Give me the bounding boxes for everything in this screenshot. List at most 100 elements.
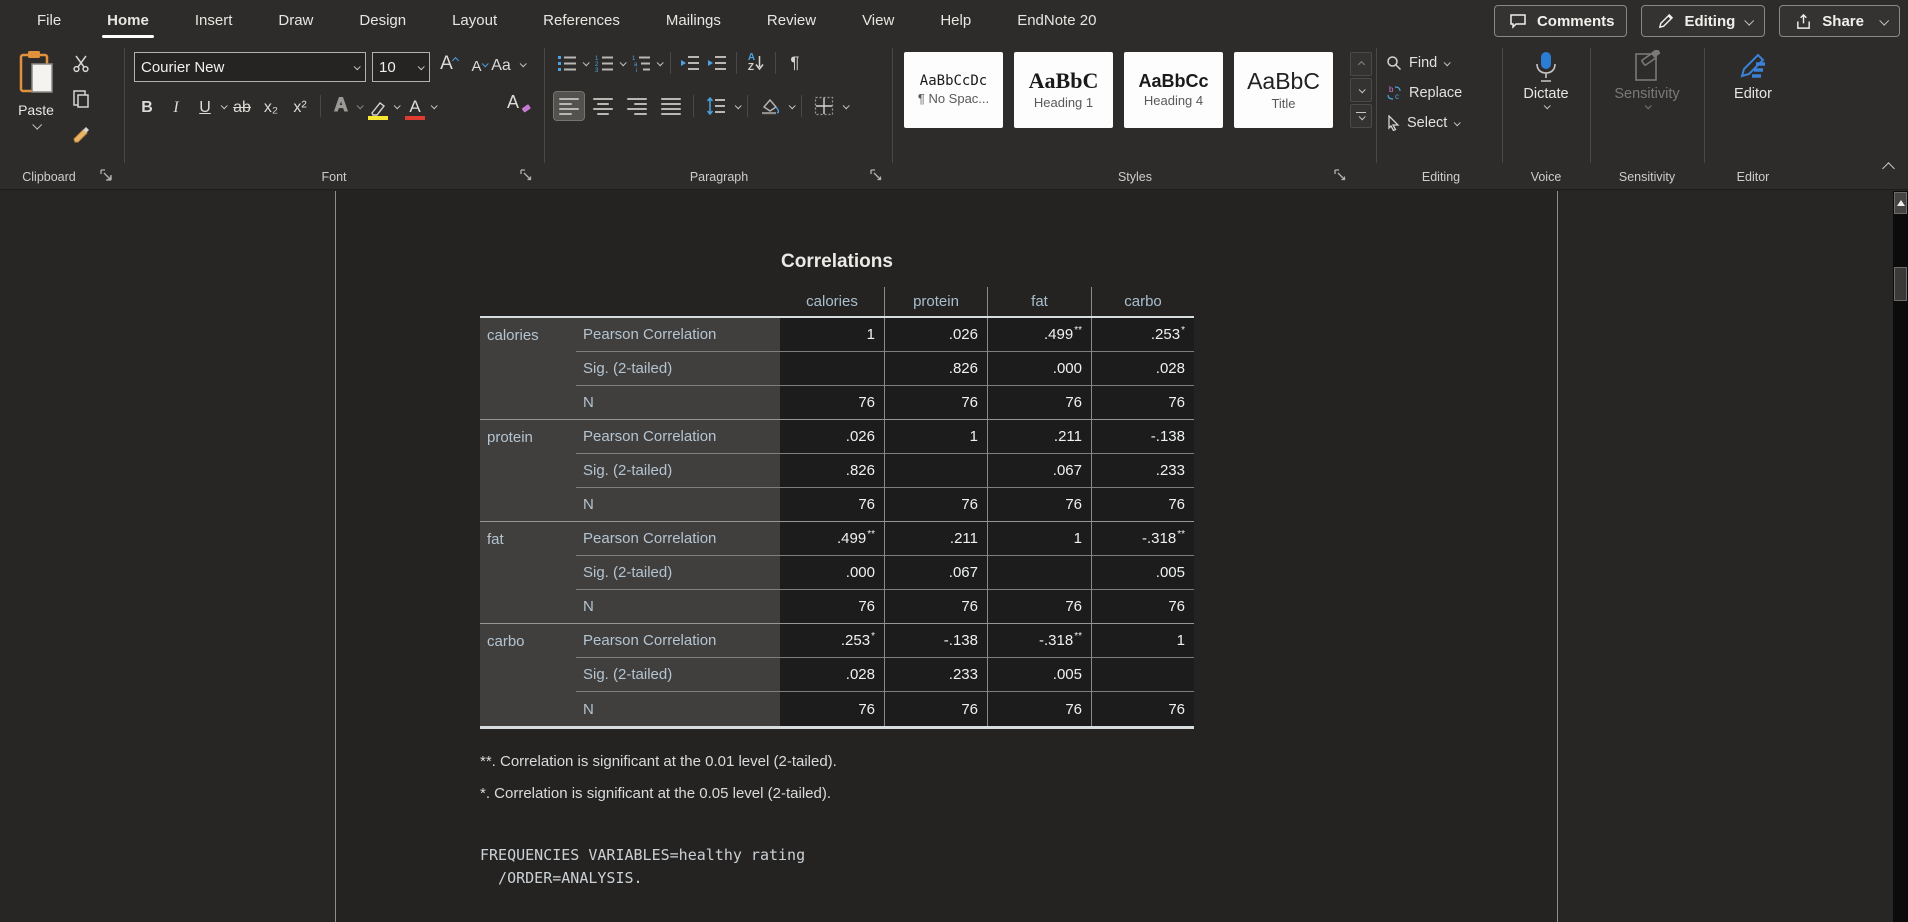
paragraph-group: 123 1ai AZ ¶ bbox=[548, 40, 890, 189]
clear-formatting-button[interactable]: A bbox=[500, 88, 526, 116]
variable-label-cell bbox=[480, 590, 576, 624]
menu-tab-mailings[interactable]: Mailings bbox=[643, 0, 744, 40]
menu-tab-file[interactable]: File bbox=[14, 0, 84, 40]
paste-button[interactable]: Paste bbox=[8, 50, 64, 162]
editor-button[interactable]: Editor bbox=[1708, 50, 1798, 102]
styles-gallery-expand-button[interactable] bbox=[1350, 104, 1372, 128]
font-dialog-launcher-icon[interactable] bbox=[519, 168, 534, 183]
borders-dropdown-icon[interactable] bbox=[843, 102, 850, 109]
variable-label-cell bbox=[480, 386, 576, 420]
menu-tab-layout[interactable]: Layout bbox=[429, 0, 520, 40]
menu-tab-draw[interactable]: Draw bbox=[255, 0, 336, 40]
multilevel-dropdown-icon[interactable] bbox=[657, 59, 664, 66]
menu-tab-view[interactable]: View bbox=[839, 0, 917, 40]
decrease-indent-icon[interactable] bbox=[679, 52, 701, 74]
voice-group-label: Voice bbox=[1506, 170, 1586, 184]
format-painter-icon[interactable] bbox=[70, 124, 92, 146]
svg-text:c: c bbox=[1395, 92, 1399, 101]
style-card-heading-4[interactable]: AaBbCcHeading 4 bbox=[1124, 52, 1223, 128]
row-label-cell: Sig. (2-tailed) bbox=[576, 454, 780, 488]
styles-scroll-down-button[interactable] bbox=[1350, 78, 1372, 102]
font-color-dropdown-icon[interactable] bbox=[431, 102, 438, 109]
share-button[interactable]: Share bbox=[1779, 5, 1900, 37]
menu-tab-endnote-20[interactable]: EndNote 20 bbox=[994, 0, 1119, 40]
styles-scroll-up-button[interactable] bbox=[1350, 52, 1372, 76]
paste-clipboard-icon bbox=[16, 50, 56, 96]
show-hide-pilcrow-button[interactable]: ¶ bbox=[784, 52, 806, 74]
font-color-button[interactable]: A bbox=[402, 92, 428, 120]
font-size-combo[interactable]: 10 bbox=[372, 52, 430, 82]
underline-button[interactable]: U bbox=[192, 92, 218, 120]
shading-dropdown-icon[interactable] bbox=[789, 102, 796, 109]
change-case-button[interactable]: Aa bbox=[488, 50, 514, 78]
bullet-list-icon[interactable] bbox=[556, 52, 578, 74]
cut-scissors-icon[interactable] bbox=[70, 52, 92, 74]
editing-mode-dropdown[interactable]: Editing bbox=[1641, 5, 1765, 37]
underline-dropdown-icon[interactable] bbox=[221, 102, 228, 109]
variable-label-cell bbox=[480, 658, 576, 692]
strikethrough-button[interactable]: ab bbox=[229, 92, 255, 120]
menu-tab-references[interactable]: References bbox=[520, 0, 643, 40]
bullets-dropdown-icon[interactable] bbox=[583, 59, 590, 66]
copy-icon[interactable] bbox=[70, 88, 92, 110]
paragraph-dialog-launcher-icon[interactable] bbox=[869, 168, 884, 183]
table-row-carbo-n: N76767676 bbox=[480, 692, 1194, 726]
align-right-button[interactable] bbox=[622, 92, 652, 120]
chevron-down-icon bbox=[418, 63, 425, 70]
highlight-button[interactable] bbox=[365, 92, 391, 120]
increase-indent-icon[interactable] bbox=[706, 52, 728, 74]
scroll-up-button[interactable] bbox=[1894, 192, 1907, 214]
clipboard-dialog-launcher-icon[interactable] bbox=[99, 168, 114, 183]
value-cell: 76 bbox=[884, 692, 987, 726]
collapse-ribbon-button[interactable] bbox=[1876, 157, 1900, 179]
comment-bubble-icon bbox=[1507, 10, 1529, 32]
highlight-dropdown-icon[interactable] bbox=[394, 102, 401, 109]
menu-tab-home[interactable]: Home bbox=[84, 0, 172, 40]
value-cell: .005 bbox=[1091, 556, 1194, 590]
text-effects-button[interactable]: A bbox=[328, 92, 354, 120]
line-spacing-button[interactable] bbox=[701, 92, 731, 120]
value-cell bbox=[987, 556, 1091, 590]
scrollbar-thumb[interactable] bbox=[1894, 267, 1907, 301]
value-cell: 76 bbox=[1091, 488, 1194, 522]
find-button[interactable]: Find bbox=[1386, 50, 1462, 76]
subscript-button[interactable]: x₂ bbox=[258, 92, 284, 120]
borders-icon[interactable] bbox=[809, 92, 839, 120]
superscript-button[interactable]: x² bbox=[287, 92, 313, 120]
styles-dialog-launcher-icon[interactable] bbox=[1333, 168, 1348, 183]
menu-tab-insert[interactable]: Insert bbox=[172, 0, 256, 40]
italic-button[interactable]: I bbox=[163, 92, 189, 120]
font-name-combo[interactable]: Courier New bbox=[134, 52, 366, 82]
font-size-value: 10 bbox=[379, 59, 396, 76]
variable-label-cell: calories bbox=[480, 318, 576, 352]
value-cell: .028 bbox=[780, 658, 884, 692]
text-effects-dropdown-icon[interactable] bbox=[357, 102, 364, 109]
style-card-heading-1[interactable]: AaBbCHeading 1 bbox=[1014, 52, 1113, 128]
shading-bucket-icon[interactable] bbox=[755, 92, 785, 120]
voice-group: Dictate Voice bbox=[1506, 40, 1586, 189]
justify-button[interactable] bbox=[656, 92, 686, 120]
multilevel-list-icon[interactable]: 1ai bbox=[630, 52, 652, 74]
style-card--no-spac-[interactable]: AaBbCcDc¶ No Spac... bbox=[904, 52, 1003, 128]
grow-font-button[interactable]: A bbox=[436, 50, 462, 78]
align-center-button[interactable] bbox=[588, 92, 618, 120]
line-spacing-dropdown-icon[interactable] bbox=[735, 102, 742, 109]
style-preview: AaBbCcDc bbox=[920, 74, 987, 88]
dictate-button[interactable]: Dictate bbox=[1506, 50, 1586, 109]
align-left-button[interactable] bbox=[554, 92, 584, 120]
menu-tab-review[interactable]: Review bbox=[744, 0, 839, 40]
select-button[interactable]: Select bbox=[1386, 110, 1462, 136]
comments-button[interactable]: Comments bbox=[1494, 5, 1628, 37]
table-row-carbo-pearson: carboPearson Correlation.253*-.138-.318*… bbox=[480, 624, 1194, 658]
sort-icon[interactable]: AZ bbox=[745, 52, 767, 74]
document-page[interactable]: Correlations caloriesproteinfatcarbocalo… bbox=[335, 191, 1558, 922]
table-row-calories-n: N76767676 bbox=[480, 386, 1194, 420]
numbered-list-icon[interactable]: 123 bbox=[593, 52, 615, 74]
bold-button[interactable]: B bbox=[134, 92, 160, 120]
menu-tab-design[interactable]: Design bbox=[336, 0, 429, 40]
numbering-dropdown-icon[interactable] bbox=[620, 59, 627, 66]
style-card-title[interactable]: AaBbCTitle bbox=[1234, 52, 1333, 128]
replace-button[interactable]: bc Replace bbox=[1386, 80, 1462, 106]
menu-tab-help[interactable]: Help bbox=[917, 0, 994, 40]
vertical-scrollbar[interactable] bbox=[1893, 191, 1908, 922]
